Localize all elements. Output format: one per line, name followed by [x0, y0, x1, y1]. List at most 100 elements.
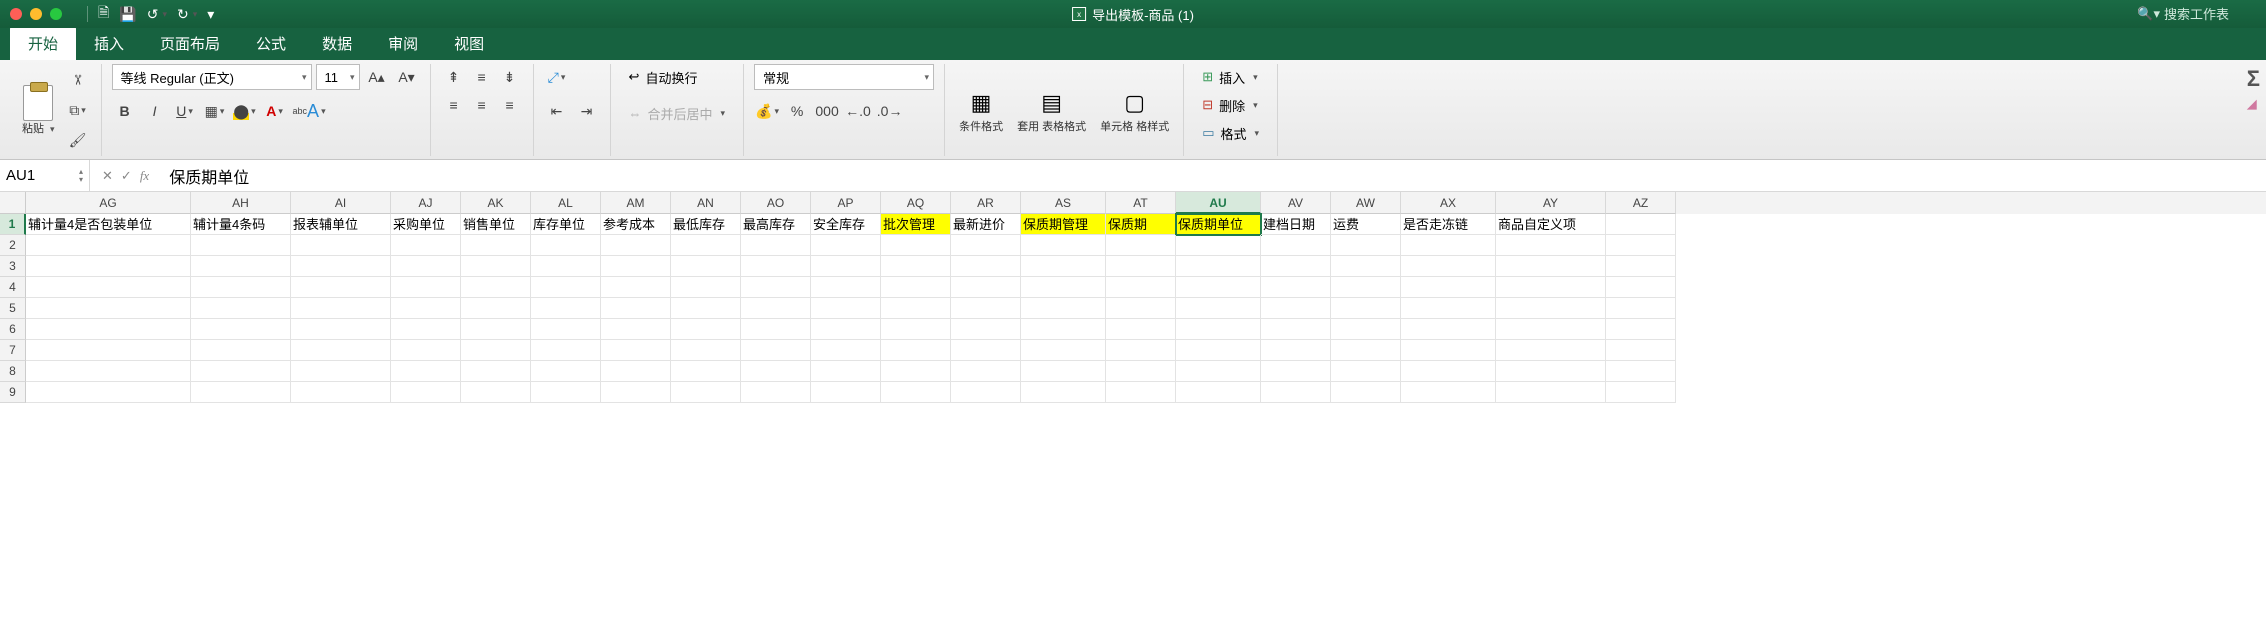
col-header-AU[interactable]: AU — [1176, 192, 1261, 214]
align-bottom-icon[interactable]: ⇟ — [497, 64, 523, 90]
formula-input[interactable] — [161, 167, 2266, 185]
tab-page-layout[interactable]: 页面布局 — [142, 27, 238, 60]
col-header-AI[interactable]: AI — [291, 192, 391, 214]
cell-AT1[interactable]: 保质期 — [1106, 214, 1176, 235]
cell-AH3[interactable] — [191, 256, 291, 277]
col-header-AS[interactable]: AS — [1021, 192, 1106, 214]
cell-AJ2[interactable] — [391, 235, 461, 256]
comma-icon[interactable]: 000 — [814, 98, 840, 124]
tab-insert[interactable]: 插入 — [76, 27, 142, 60]
save-icon[interactable]: 💾 — [119, 6, 136, 23]
cell-AU8[interactable] — [1176, 361, 1261, 382]
tab-home[interactable]: 开始 — [10, 27, 76, 60]
cell-AR1[interactable]: 最新进价 — [951, 214, 1021, 235]
cell-AH9[interactable] — [191, 382, 291, 403]
cell-AU9[interactable] — [1176, 382, 1261, 403]
decrease-font-icon[interactable]: A▾ — [394, 64, 420, 90]
cell-AP9[interactable] — [811, 382, 881, 403]
undo-icon[interactable]: ↺▾ — [147, 6, 167, 23]
spreadsheet-grid[interactable]: AGAHAIAJAKALAMANAOAPAQARASATAUAVAWAXAYAZ… — [0, 192, 2266, 403]
cell-AQ7[interactable] — [881, 340, 951, 361]
delete-cells-button[interactable]: ⊟ 删除▾ — [1194, 92, 1265, 118]
cell-AU7[interactable] — [1176, 340, 1261, 361]
close-window[interactable] — [10, 8, 22, 20]
cell-AI7[interactable] — [291, 340, 391, 361]
cell-AJ1[interactable]: 采购单位 — [391, 214, 461, 235]
cell-AK2[interactable] — [461, 235, 531, 256]
cell-AH4[interactable] — [191, 277, 291, 298]
cell-AS4[interactable] — [1021, 277, 1106, 298]
col-header-AP[interactable]: AP — [811, 192, 881, 214]
cell-AI3[interactable] — [291, 256, 391, 277]
cell-AG6[interactable] — [26, 319, 191, 340]
cell-AL6[interactable] — [531, 319, 601, 340]
cell-AQ9[interactable] — [881, 382, 951, 403]
enter-formula-icon[interactable]: ✓ — [121, 168, 132, 184]
cell-AQ2[interactable] — [881, 235, 951, 256]
currency-icon[interactable]: 💰▾ — [754, 98, 780, 124]
cell-AX4[interactable] — [1401, 277, 1496, 298]
cell-AM4[interactable] — [601, 277, 671, 298]
cell-AL9[interactable] — [531, 382, 601, 403]
cell-AN4[interactable] — [671, 277, 741, 298]
cell-AK4[interactable] — [461, 277, 531, 298]
phonetic-icon[interactable]: abcA▾ — [292, 98, 327, 124]
select-all-corner[interactable] — [0, 192, 26, 214]
cell-AU6[interactable] — [1176, 319, 1261, 340]
cell-AQ6[interactable] — [881, 319, 951, 340]
wrap-text-button[interactable]: ↩ 自动换行 — [621, 64, 706, 90]
cell-AM5[interactable] — [601, 298, 671, 319]
cell-AG7[interactable] — [26, 340, 191, 361]
cell-AY5[interactable] — [1496, 298, 1606, 319]
cut-icon[interactable]: ✂ — [65, 67, 91, 93]
cell-AS7[interactable] — [1021, 340, 1106, 361]
cell-AP5[interactable] — [811, 298, 881, 319]
customize-qat-icon[interactable]: ▾ — [207, 6, 214, 23]
col-header-AH[interactable]: AH — [191, 192, 291, 214]
cell-AP8[interactable] — [811, 361, 881, 382]
increase-indent-icon[interactable]: ⇥ — [574, 98, 600, 124]
cell-AY9[interactable] — [1496, 382, 1606, 403]
cell-AI2[interactable] — [291, 235, 391, 256]
tab-view[interactable]: 视图 — [436, 27, 502, 60]
cell-AT4[interactable] — [1106, 277, 1176, 298]
col-header-AQ[interactable]: AQ — [881, 192, 951, 214]
cell-AH8[interactable] — [191, 361, 291, 382]
merge-center-button[interactable]: ⇔ 合并后居中 ▾ — [621, 100, 734, 126]
cell-AW5[interactable] — [1331, 298, 1401, 319]
cell-AL2[interactable] — [531, 235, 601, 256]
name-box[interactable]: ▴▾ — [0, 160, 90, 191]
cell-AK8[interactable] — [461, 361, 531, 382]
cell-AV8[interactable] — [1261, 361, 1331, 382]
cell-AJ6[interactable] — [391, 319, 461, 340]
insert-cells-button[interactable]: ⊞ 插入▾ — [1194, 64, 1265, 90]
cell-AP7[interactable] — [811, 340, 881, 361]
cell-AU2[interactable] — [1176, 235, 1261, 256]
cell-AP2[interactable] — [811, 235, 881, 256]
cell-AV7[interactable] — [1261, 340, 1331, 361]
row-header-4[interactable]: 4 — [0, 277, 26, 298]
cell-AR7[interactable] — [951, 340, 1021, 361]
col-header-AX[interactable]: AX — [1401, 192, 1496, 214]
cell-AY2[interactable] — [1496, 235, 1606, 256]
cell-AG2[interactable] — [26, 235, 191, 256]
paste-button[interactable]: 粘贴▾ — [18, 83, 59, 138]
cell-AG4[interactable] — [26, 277, 191, 298]
cell-styles-button[interactable]: ▢ 单元格 格样式 — [1096, 85, 1173, 136]
cell-AR4[interactable] — [951, 277, 1021, 298]
row-header-5[interactable]: 5 — [0, 298, 26, 319]
row-header-7[interactable]: 7 — [0, 340, 26, 361]
cell-AT3[interactable] — [1106, 256, 1176, 277]
cell-AZ4[interactable] — [1606, 277, 1676, 298]
cell-AO9[interactable] — [741, 382, 811, 403]
autosum-icon[interactable]: Σ — [2247, 66, 2260, 92]
tab-review[interactable]: 审阅 — [370, 27, 436, 60]
cell-AG9[interactable] — [26, 382, 191, 403]
cell-AX5[interactable] — [1401, 298, 1496, 319]
cell-AP1[interactable]: 安全库存 — [811, 214, 881, 235]
align-left-icon[interactable]: ≡ — [441, 92, 467, 118]
cell-AV2[interactable] — [1261, 235, 1331, 256]
conditional-format-button[interactable]: ▦ 条件格式 — [955, 85, 1007, 136]
cell-AL3[interactable] — [531, 256, 601, 277]
cell-AH2[interactable] — [191, 235, 291, 256]
